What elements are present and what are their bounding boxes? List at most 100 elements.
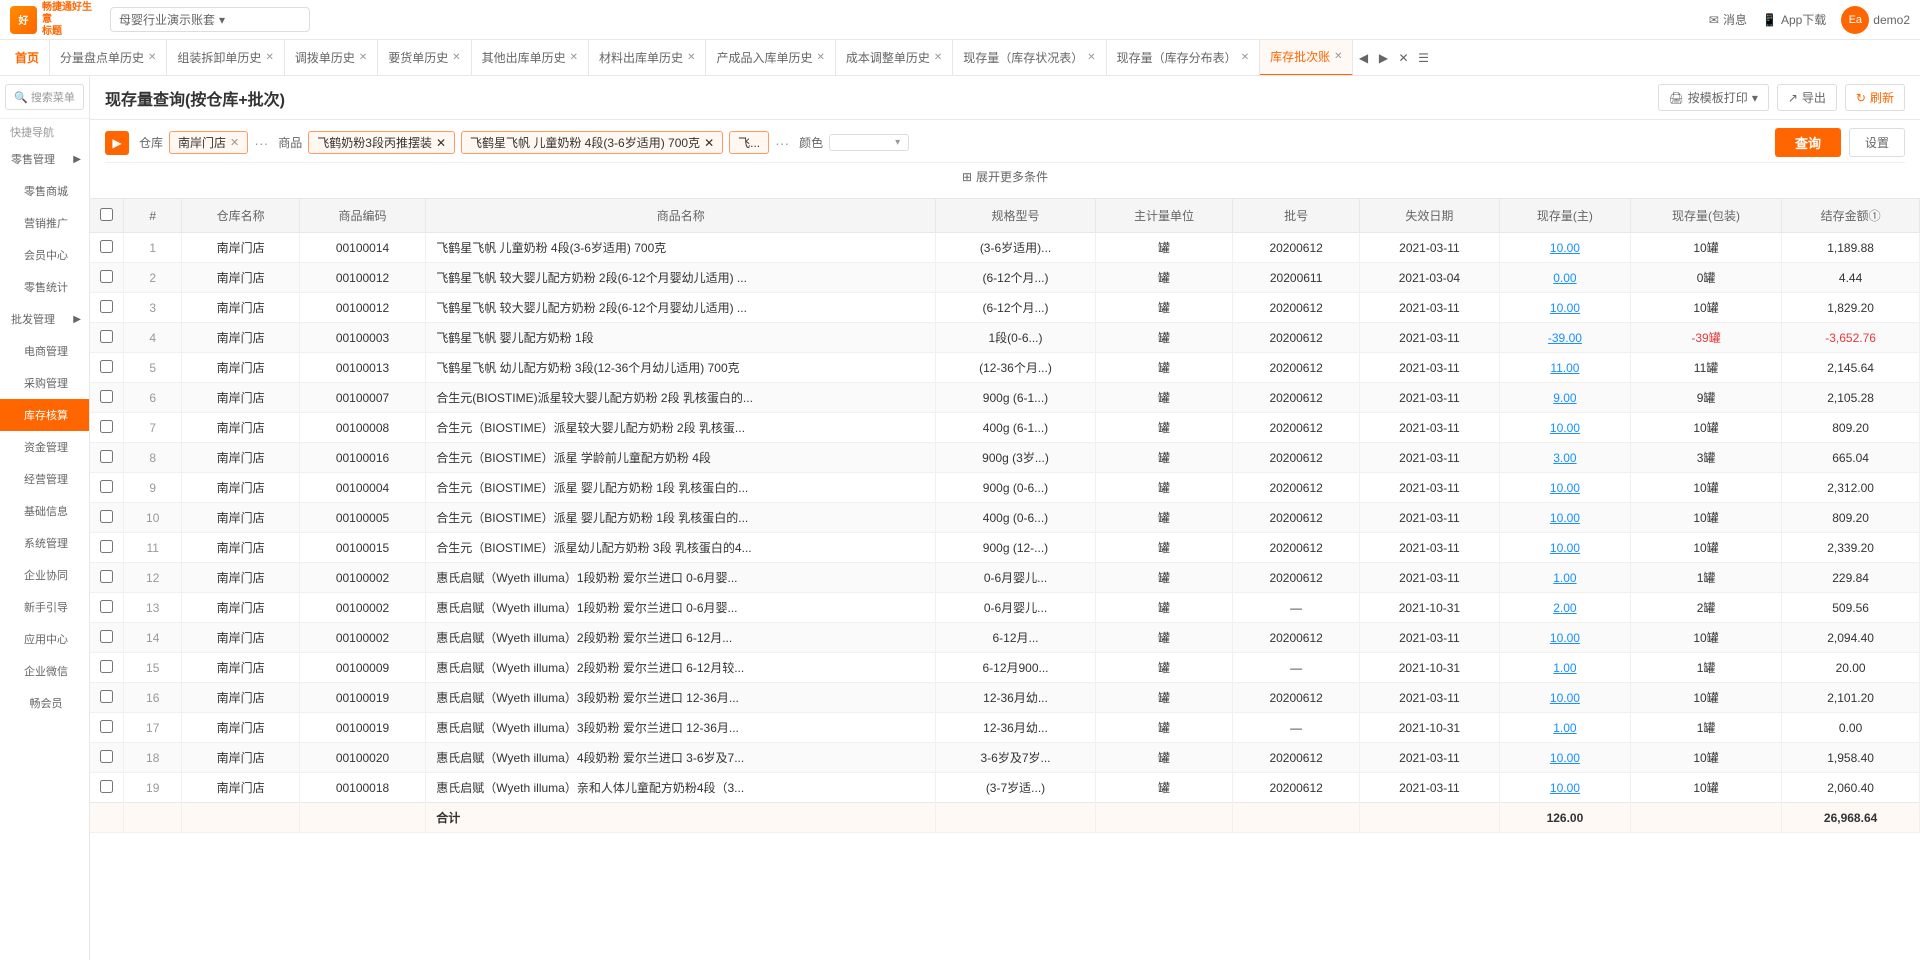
row-qty[interactable]: 10.00 [1499, 233, 1630, 263]
row-checkbox[interactable] [100, 690, 113, 703]
row-checkbox[interactable] [100, 360, 113, 373]
row-qty[interactable]: 2.00 [1499, 593, 1630, 623]
print-button[interactable]: 🖨 按模板打印 ▾ [1658, 84, 1769, 111]
product-tag-1[interactable]: 飞鹤奶粉3段丙推摆装 ✕ [308, 131, 455, 154]
sidebar-item-member[interactable]: 会员中心 [0, 239, 89, 271]
tab-close-current-button[interactable]: ✕ [1393, 40, 1413, 76]
row-checkbox[interactable] [100, 300, 113, 313]
product-tag-3[interactable]: 飞... [729, 131, 769, 154]
row-checkbox[interactable] [100, 240, 113, 253]
user-profile[interactable]: Ea demo2 [1841, 6, 1910, 34]
row-qty[interactable]: 0.00 [1499, 263, 1630, 293]
query-button[interactable]: 查询 [1775, 128, 1841, 157]
row-checkbox[interactable] [100, 540, 113, 553]
messages-button[interactable]: ✉ 消息 [1709, 11, 1747, 28]
tab-close-icon[interactable]: ✕ [148, 52, 156, 63]
row-qty[interactable]: 1.00 [1499, 563, 1630, 593]
tab-home[interactable]: 首页 [5, 40, 50, 76]
settings-button[interactable]: 设置 [1849, 128, 1905, 157]
color-filter-input[interactable]: ▾ [829, 134, 909, 151]
sidebar-item-wholesale[interactable]: 批发管理 ▶ [0, 303, 89, 335]
sidebar-item-appcenter[interactable]: 应用中心 [0, 623, 89, 655]
tab-close-icon[interactable]: ✕ [359, 52, 367, 63]
row-qty[interactable]: 10.00 [1499, 413, 1630, 443]
product-tag-close-icon[interactable]: ✕ [436, 136, 446, 150]
row-checkbox[interactable] [100, 720, 113, 733]
tab-cailiao[interactable]: 材料出库单历史 ✕ [589, 40, 706, 76]
tab-chanpinruku[interactable]: 产成品入库单历史 ✕ [706, 40, 835, 76]
tab-fendian[interactable]: 分量盘点单历史 ✕ [50, 40, 167, 76]
row-qty[interactable]: 10.00 [1499, 683, 1630, 713]
product-tag-2[interactable]: 飞鹤星飞帆 儿童奶粉 4段(3-6岁适用) 700克 ✕ [461, 131, 723, 154]
filter-more-icon[interactable]: ··· [254, 135, 268, 151]
row-checkbox[interactable] [100, 480, 113, 493]
row-checkbox[interactable] [100, 570, 113, 583]
sidebar-item-collab[interactable]: 企业协同 [0, 559, 89, 591]
tab-close-icon[interactable]: ✕ [570, 52, 578, 63]
tab-pici[interactable]: 库存批次账 ✕ [1260, 40, 1353, 76]
row-qty[interactable]: 10.00 [1499, 293, 1630, 323]
tab-xiancunzhuang[interactable]: 现存量（库存状况表） ✕ [953, 40, 1106, 76]
warehouse-tag-close-icon[interactable]: ✕ [230, 136, 239, 149]
warehouse-tag[interactable]: 南岸门店 ✕ [169, 131, 248, 154]
row-qty[interactable]: 10.00 [1499, 623, 1630, 653]
sidebar-item-retail[interactable]: 零售管理 ▶ [0, 143, 89, 175]
tab-qitachuku[interactable]: 其他出库单历史 ✕ [472, 40, 589, 76]
tab-close-icon[interactable]: ✕ [265, 52, 273, 63]
sidebar-item-system[interactable]: 系统管理 [0, 527, 89, 559]
row-checkbox[interactable] [100, 330, 113, 343]
row-checkbox[interactable] [100, 750, 113, 763]
search-menu-button[interactable]: 🔍 搜索菜单 [5, 84, 84, 110]
sidebar-item-wework[interactable]: 企业微信 [0, 655, 89, 687]
row-qty[interactable]: 10.00 [1499, 503, 1630, 533]
filter-expand-button[interactable]: ▶ [105, 131, 129, 155]
sidebar-item-finance[interactable]: 资金管理 [0, 431, 89, 463]
tab-xiancunfenbu[interactable]: 现存量（库存分布表） ✕ [1107, 40, 1260, 76]
product-more-icon[interactable]: ··· [775, 135, 789, 151]
row-qty[interactable]: 10.00 [1499, 773, 1630, 803]
row-checkbox[interactable] [100, 270, 113, 283]
row-checkbox[interactable] [100, 780, 113, 793]
expand-more-conditions-button[interactable]: ⊞ 展开更多条件 [105, 162, 1905, 190]
row-qty[interactable]: 9.00 [1499, 383, 1630, 413]
tab-close-icon[interactable]: ✕ [452, 52, 460, 63]
sidebar-item-purchase[interactable]: 采购管理 [0, 367, 89, 399]
refresh-button[interactable]: ↻ 刷新 [1845, 84, 1905, 111]
tab-diaobo[interactable]: 调拨单历史 ✕ [285, 40, 378, 76]
row-qty[interactable]: 11.00 [1499, 353, 1630, 383]
tab-close-icon[interactable]: ✕ [687, 52, 695, 63]
sidebar-item-guide[interactable]: 新手引导 [0, 591, 89, 623]
tab-yaohuo[interactable]: 要货单历史 ✕ [378, 40, 471, 76]
tab-close-icon[interactable]: ✕ [1334, 51, 1342, 62]
tab-close-icon[interactable]: ✕ [934, 52, 942, 63]
tab-close-icon[interactable]: ✕ [1241, 52, 1249, 63]
industry-selector[interactable]: 母婴行业演示账套 ▾ [110, 7, 310, 32]
row-checkbox[interactable] [100, 450, 113, 463]
row-checkbox[interactable] [100, 660, 113, 673]
sidebar-item-ecom[interactable]: 电商管理 [0, 335, 89, 367]
sidebar-item-shop[interactable]: 零售商城 [0, 175, 89, 207]
tab-prev-button[interactable]: ◀ [1353, 40, 1373, 76]
row-qty[interactable]: 10.00 [1499, 743, 1630, 773]
sidebar-item-vip[interactable]: 畅会员 [0, 687, 89, 719]
row-checkbox[interactable] [100, 420, 113, 433]
tab-zuzhuan[interactable]: 组装拆卸单历史 ✕ [167, 40, 284, 76]
sidebar-item-inventory[interactable]: 库存核算 [0, 399, 89, 431]
row-qty[interactable]: 1.00 [1499, 653, 1630, 683]
select-all-checkbox[interactable] [100, 208, 113, 221]
row-checkbox[interactable] [100, 390, 113, 403]
tab-menu-button[interactable]: ☰ [1413, 40, 1433, 76]
row-qty[interactable]: 3.00 [1499, 443, 1630, 473]
row-checkbox[interactable] [100, 600, 113, 613]
app-download-button[interactable]: 📱 App下载 [1762, 11, 1826, 28]
row-qty[interactable]: 10.00 [1499, 473, 1630, 503]
sidebar-item-stat[interactable]: 零售统计 [0, 271, 89, 303]
export-button[interactable]: ↗ 导出 [1777, 84, 1837, 111]
tab-close-icon[interactable]: ✕ [816, 52, 824, 63]
product-tag-close-icon[interactable]: ✕ [704, 136, 714, 150]
row-qty[interactable]: 10.00 [1499, 533, 1630, 563]
sidebar-item-marketing[interactable]: 营销推广 [0, 207, 89, 239]
sidebar-item-basic[interactable]: 基础信息 [0, 495, 89, 527]
tab-next-button[interactable]: ▶ [1373, 40, 1393, 76]
tab-chengben[interactable]: 成本调整单历史 ✕ [836, 40, 953, 76]
